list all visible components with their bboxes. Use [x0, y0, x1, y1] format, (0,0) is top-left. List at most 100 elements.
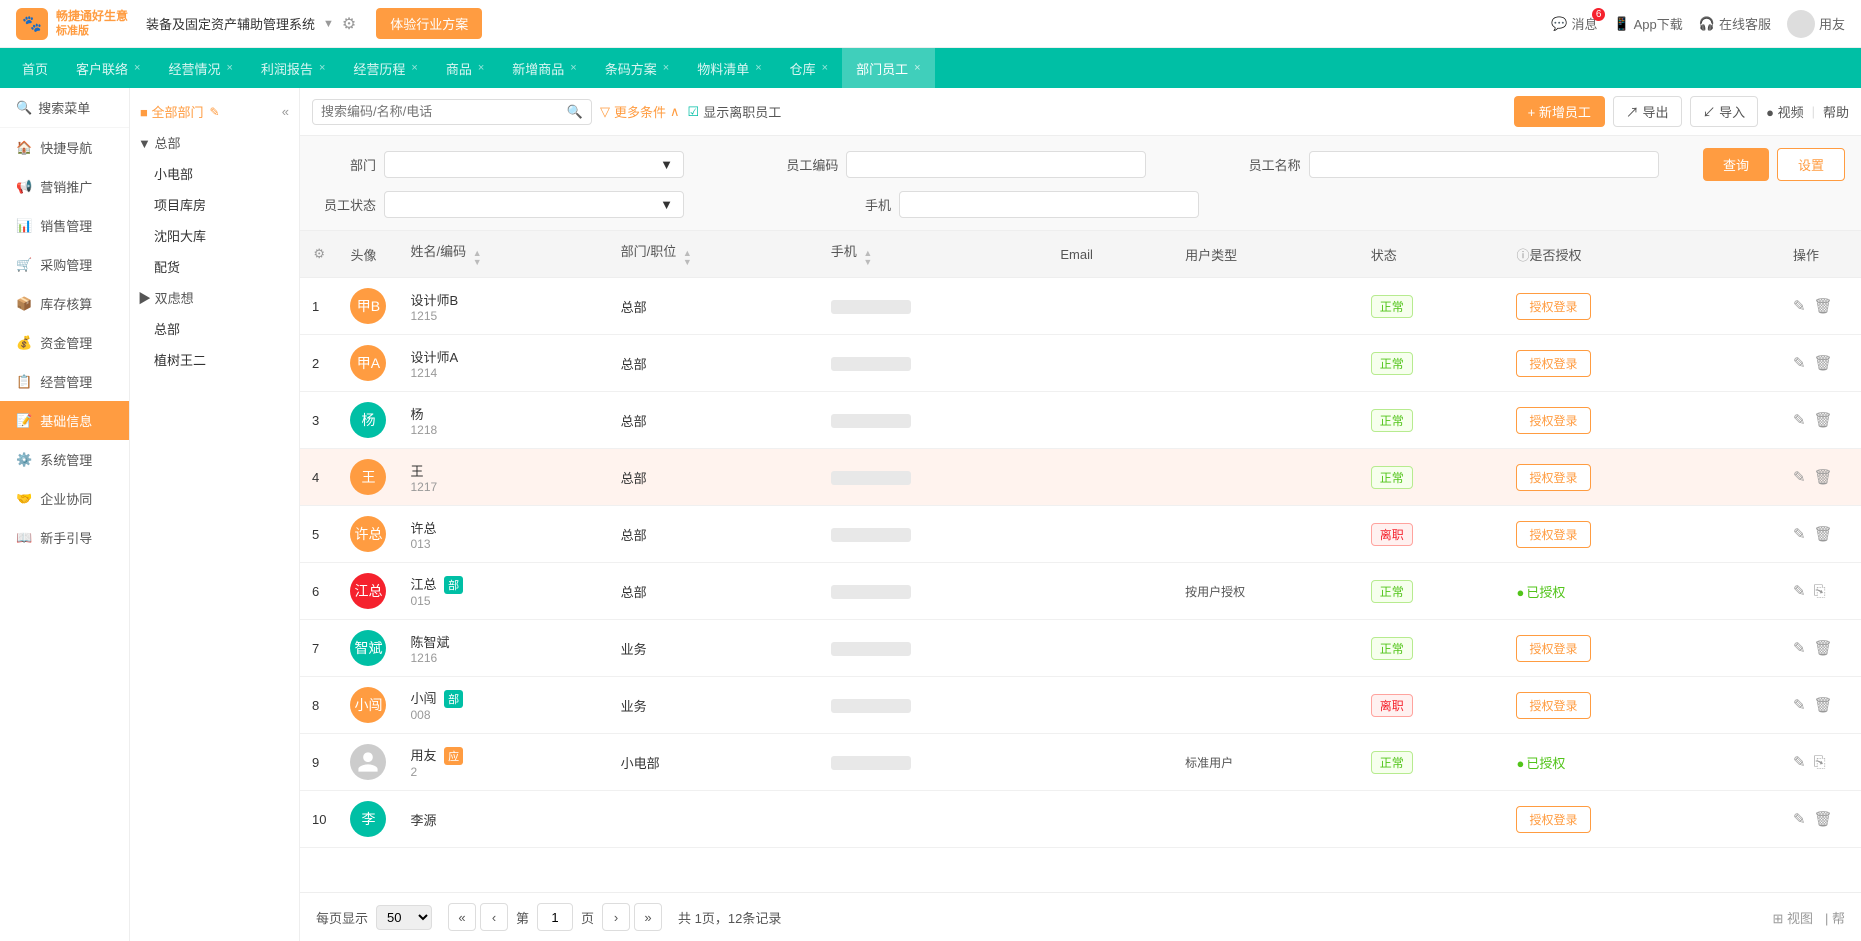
- empname-filter-input[interactable]: [1309, 151, 1659, 178]
- edit-icon[interactable]: ✎: [1793, 525, 1806, 543]
- delete-icon[interactable]: 🗑: [1814, 696, 1833, 714]
- edit-icon[interactable]: ✎: [1793, 354, 1806, 372]
- auth-login-btn[interactable]: 授权登录: [1516, 806, 1590, 833]
- sidebar-item-management[interactable]: 📋 经营管理: [0, 362, 129, 401]
- auth-login-btn[interactable]: 授权登录: [1516, 464, 1590, 491]
- tab-add-goods[interactable]: 新增商品 ×: [498, 48, 590, 88]
- set-btn[interactable]: 设置: [1777, 148, 1845, 181]
- close-icon[interactable]: ×: [226, 62, 232, 74]
- system-dropdown-arrow[interactable]: ▼: [323, 18, 334, 30]
- empcode-filter-input[interactable]: [846, 151, 1146, 178]
- dept-node-zongbu[interactable]: 总部: [130, 313, 299, 344]
- close-icon[interactable]: ×: [663, 62, 669, 74]
- prev-page-btn[interactable]: ‹: [480, 903, 508, 931]
- close-icon[interactable]: ×: [134, 62, 140, 74]
- tab-bom[interactable]: 物料清单 ×: [683, 48, 775, 88]
- status-filter-select[interactable]: ▼: [384, 191, 684, 218]
- user-menu-btn[interactable]: 用友: [1787, 10, 1845, 38]
- close-icon[interactable]: ×: [822, 62, 828, 74]
- close-icon[interactable]: ×: [411, 62, 417, 74]
- edit-icon[interactable]: ✎: [1793, 753, 1806, 771]
- sidebar-item-system[interactable]: ⚙️ 系统管理: [0, 440, 129, 479]
- sidebar-item-guide[interactable]: 📖 新手引导: [0, 518, 129, 557]
- delete-icon[interactable]: 🗑: [1814, 411, 1833, 429]
- add-employee-btn[interactable]: + 新增员工: [1514, 96, 1605, 127]
- delete-icon[interactable]: 🗑: [1814, 810, 1833, 828]
- import-btn[interactable]: ↙ 导入: [1690, 96, 1759, 127]
- phone-filter-input[interactable]: [899, 191, 1199, 218]
- close-icon[interactable]: ×: [755, 62, 761, 74]
- copy-icon[interactable]: ⎘: [1814, 754, 1826, 771]
- sort-name-icon[interactable]: ▲▼: [473, 249, 482, 267]
- sidebar-item-finance[interactable]: 💰 资金管理: [0, 323, 129, 362]
- sidebar-search[interactable]: 🔍 搜索菜单: [0, 88, 129, 128]
- try-industry-btn[interactable]: 体验行业方案: [376, 8, 482, 39]
- delete-icon[interactable]: 🗑: [1814, 525, 1833, 543]
- close-icon[interactable]: ×: [914, 62, 920, 74]
- view-toggle-icon[interactable]: ⊞ 视图: [1772, 908, 1813, 927]
- sidebar-item-basic[interactable]: 📝 基础信息: [0, 401, 129, 440]
- per-page-select[interactable]: 50 20 100: [376, 905, 432, 930]
- dept-node-shenyang[interactable]: 沈阳大库: [130, 220, 299, 251]
- tab-history[interactable]: 经营历程 ×: [339, 48, 431, 88]
- edit-icon[interactable]: ✎: [1793, 810, 1806, 828]
- tab-operation[interactable]: 经营情况 ×: [154, 48, 246, 88]
- tab-barcode[interactable]: 条码方案 ×: [591, 48, 683, 88]
- auth-login-btn[interactable]: 授权登录: [1516, 350, 1590, 377]
- auth-login-btn[interactable]: 授权登录: [1516, 293, 1590, 320]
- show-former-checkbox[interactable]: ☑ 显示离职员工: [688, 102, 782, 121]
- dept-node-project[interactable]: 项目库房: [130, 189, 299, 220]
- edit-icon[interactable]: ✎: [1793, 582, 1806, 600]
- auth-login-btn[interactable]: 授权登录: [1516, 635, 1590, 662]
- more-filter-btn[interactable]: ▽ 更多条件 ∧: [600, 102, 680, 121]
- dept-node-shuangluxiang[interactable]: ▶ 双虑想: [130, 282, 299, 313]
- close-icon[interactable]: ×: [478, 62, 484, 74]
- sort-phone-icon[interactable]: ▲▼: [863, 249, 872, 267]
- copy-icon[interactable]: ⎘: [1814, 583, 1826, 600]
- sidebar-item-purchase[interactable]: 🛒 采购管理: [0, 245, 129, 284]
- edit-dept-icon[interactable]: ✎: [209, 105, 219, 119]
- query-btn[interactable]: 查询: [1703, 148, 1769, 181]
- edit-icon[interactable]: ✎: [1793, 297, 1806, 315]
- tab-profit[interactable]: 利润报告 ×: [247, 48, 339, 88]
- delete-icon[interactable]: 🗑: [1814, 297, 1833, 315]
- gear-icon[interactable]: ⚙: [342, 14, 356, 34]
- help-icon[interactable]: | 帮: [1825, 908, 1845, 927]
- sort-dept-icon[interactable]: ▲▼: [683, 249, 692, 267]
- dept-node-xiaodian[interactable]: 小电部: [130, 158, 299, 189]
- auth-login-btn[interactable]: 授权登录: [1516, 407, 1590, 434]
- tab-goods[interactable]: 商品 ×: [432, 48, 498, 88]
- delete-icon[interactable]: 🗑: [1814, 468, 1833, 486]
- dept-node-headquarters-parent[interactable]: ▼ 总部: [130, 127, 299, 158]
- close-icon[interactable]: ×: [570, 62, 576, 74]
- next-page-btn[interactable]: ›: [602, 903, 630, 931]
- edit-icon[interactable]: ✎: [1793, 468, 1806, 486]
- table-settings-icon[interactable]: ⚙: [312, 246, 326, 262]
- view-btn[interactable]: ● 视频: [1766, 102, 1803, 121]
- dept-node-peihuo[interactable]: 配货: [130, 251, 299, 282]
- sidebar-item-marketing[interactable]: 📢 营销推广: [0, 167, 129, 206]
- online-service-btn[interactable]: 🎧 在线客服: [1699, 14, 1771, 33]
- search-input[interactable]: [321, 104, 567, 119]
- tab-warehouse[interactable]: 仓库 ×: [776, 48, 842, 88]
- tab-employee[interactable]: 部门员工 ×: [842, 48, 934, 88]
- dept-node-zhishu[interactable]: 植树王二: [130, 344, 299, 375]
- sidebar-item-sales[interactable]: 📊 销售管理: [0, 206, 129, 245]
- message-btn[interactable]: 💬 消息 6: [1551, 14, 1597, 33]
- edit-icon[interactable]: ✎: [1793, 696, 1806, 714]
- sidebar-item-inventory[interactable]: 📦 库存核算: [0, 284, 129, 323]
- auth-login-btn[interactable]: 授权登录: [1516, 521, 1590, 548]
- app-download-btn[interactable]: 📱 App下载: [1613, 14, 1682, 33]
- first-page-btn[interactable]: «: [448, 903, 476, 931]
- current-page-input[interactable]: [537, 903, 573, 931]
- collapse-tree-icon[interactable]: «: [282, 104, 289, 119]
- close-icon[interactable]: ×: [319, 62, 325, 74]
- delete-icon[interactable]: 🗑: [1814, 639, 1833, 657]
- auth-login-btn[interactable]: 授权登录: [1516, 692, 1590, 719]
- tab-customer[interactable]: 客户联络 ×: [62, 48, 154, 88]
- export-btn[interactable]: ↗ 导出: [1613, 96, 1682, 127]
- edit-icon[interactable]: ✎: [1793, 639, 1806, 657]
- search-btn-icon[interactable]: 🔍: [567, 104, 583, 120]
- sidebar-item-collab[interactable]: 🤝 企业协同: [0, 479, 129, 518]
- last-page-btn[interactable]: »: [634, 903, 662, 931]
